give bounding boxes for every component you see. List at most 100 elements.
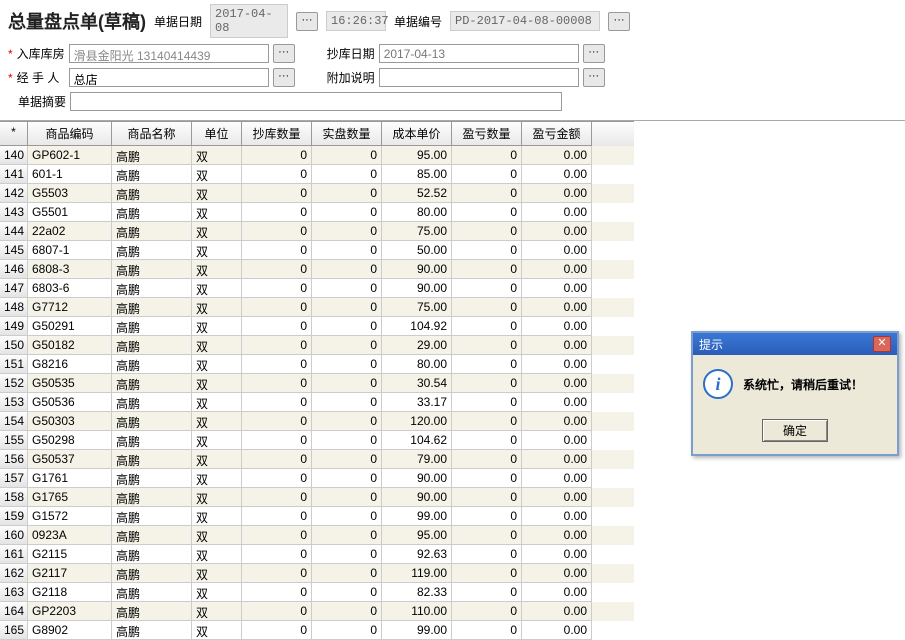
cell-pl-amt[interactable]: 0.00 [522,374,592,393]
cell-code[interactable]: G50303 [28,412,112,431]
table-row[interactable]: 141601-1高鹏双0085.0000.00 [0,165,634,184]
table-row[interactable]: 159G1572高鹏双0099.0000.00 [0,507,634,526]
cell-unit[interactable]: 双 [192,621,242,640]
cell-actual-qty[interactable]: 0 [312,488,382,507]
check-date-picker-button[interactable]: ··· [583,44,605,63]
cell-actual-qty[interactable]: 0 [312,450,382,469]
cell-pl-amt[interactable]: 0.00 [522,298,592,317]
cell-code[interactable]: G7712 [28,298,112,317]
doc-no-field[interactable]: PD-2017-04-08-00008 [450,11,600,31]
cell-pl-qty[interactable]: 0 [452,564,522,583]
table-row[interactable]: 14422a02高鹏双0075.0000.00 [0,222,634,241]
ok-button[interactable]: 确定 [762,419,828,442]
col-pl-amt[interactable]: 盈亏金额 [522,122,592,146]
cell-pl-qty[interactable]: 0 [452,431,522,450]
cell-pl-amt[interactable]: 0.00 [522,507,592,526]
cell-actual-qty[interactable]: 0 [312,146,382,165]
cell-pl-amt[interactable]: 0.00 [522,317,592,336]
cell-cost[interactable]: 33.17 [382,393,452,412]
cell-pl-amt[interactable]: 0.00 [522,222,592,241]
cell-code[interactable]: G8216 [28,355,112,374]
cell-pl-amt[interactable]: 0.00 [522,583,592,602]
cell-unit[interactable]: 双 [192,222,242,241]
cell-pl-amt[interactable]: 0.00 [522,260,592,279]
cell-cost[interactable]: 90.00 [382,260,452,279]
cell-name[interactable]: 高鹏 [112,412,192,431]
doc-date-picker-button[interactable]: ··· [296,12,318,31]
cell-pl-amt[interactable]: 0.00 [522,393,592,412]
cell-name[interactable]: 高鹏 [112,146,192,165]
table-row[interactable]: 1476803-6高鹏双0090.0000.00 [0,279,634,298]
cell-code[interactable]: G50291 [28,317,112,336]
table-row[interactable]: 162G2117高鹏双00119.0000.00 [0,564,634,583]
cell-cost[interactable]: 110.00 [382,602,452,621]
cell-name[interactable]: 高鹏 [112,260,192,279]
cell-unit[interactable]: 双 [192,184,242,203]
col-pl-qty[interactable]: 盈亏数量 [452,122,522,146]
cell-actual-qty[interactable]: 0 [312,298,382,317]
cell-pl-amt[interactable]: 0.00 [522,469,592,488]
cell-name[interactable]: 高鹏 [112,355,192,374]
table-row[interactable]: 1456807-1高鹏双0050.0000.00 [0,241,634,260]
cell-unit[interactable]: 双 [192,203,242,222]
cell-name[interactable]: 高鹏 [112,317,192,336]
cell-pl-qty[interactable]: 0 [452,450,522,469]
cell-unit[interactable]: 双 [192,507,242,526]
cell-code[interactable]: G2115 [28,545,112,564]
cell-unit[interactable]: 双 [192,431,242,450]
cell-code[interactable]: G1761 [28,469,112,488]
cell-unit[interactable]: 双 [192,355,242,374]
cell-unit[interactable]: 双 [192,602,242,621]
cell-cost[interactable]: 92.63 [382,545,452,564]
cell-pl-qty[interactable]: 0 [452,355,522,374]
cell-check-qty[interactable]: 0 [242,184,312,203]
cell-pl-qty[interactable]: 0 [452,602,522,621]
cell-cost[interactable]: 95.00 [382,526,452,545]
cell-name[interactable]: 高鹏 [112,564,192,583]
cell-pl-amt[interactable]: 0.00 [522,203,592,222]
cell-pl-amt[interactable]: 0.00 [522,336,592,355]
col-check-qty[interactable]: 抄库数量 [242,122,312,146]
table-row[interactable]: 153G50536高鹏双0033.1700.00 [0,393,634,412]
table-row[interactable]: 151G8216高鹏双0080.0000.00 [0,355,634,374]
cell-code[interactable]: G50298 [28,431,112,450]
cell-name[interactable]: 高鹏 [112,469,192,488]
cell-check-qty[interactable]: 0 [242,279,312,298]
cell-cost[interactable]: 104.92 [382,317,452,336]
cell-check-qty[interactable]: 0 [242,469,312,488]
cell-name[interactable]: 高鹏 [112,621,192,640]
cell-pl-amt[interactable]: 0.00 [522,165,592,184]
cell-unit[interactable]: 双 [192,146,242,165]
cell-name[interactable]: 高鹏 [112,488,192,507]
cell-cost[interactable]: 52.52 [382,184,452,203]
cell-unit[interactable]: 双 [192,336,242,355]
cell-name[interactable]: 高鹏 [112,507,192,526]
cell-check-qty[interactable]: 0 [242,203,312,222]
table-row[interactable]: 1466808-3高鹏双0090.0000.00 [0,260,634,279]
table-row[interactable]: 143G5501高鹏双0080.0000.00 [0,203,634,222]
cell-code[interactable]: G50182 [28,336,112,355]
cell-name[interactable]: 高鹏 [112,279,192,298]
cell-pl-qty[interactable]: 0 [452,222,522,241]
cell-check-qty[interactable]: 0 [242,621,312,640]
cell-check-qty[interactable]: 0 [242,317,312,336]
cell-check-qty[interactable]: 0 [242,564,312,583]
table-row[interactable]: 1600923A高鹏双0095.0000.00 [0,526,634,545]
table-row[interactable]: 148G7712高鹏双0075.0000.00 [0,298,634,317]
cell-actual-qty[interactable]: 0 [312,469,382,488]
col-name[interactable]: 商品名称 [112,122,192,146]
cell-cost[interactable]: 75.00 [382,222,452,241]
warehouse-field[interactable]: 滑县金阳光 13140414439 [69,44,269,63]
note-field[interactable] [379,68,579,87]
cell-pl-amt[interactable]: 0.00 [522,241,592,260]
table-row[interactable]: 155G50298高鹏双00104.6200.00 [0,431,634,450]
cell-cost[interactable]: 80.00 [382,203,452,222]
cell-cost[interactable]: 90.00 [382,469,452,488]
cell-check-qty[interactable]: 0 [242,526,312,545]
table-row[interactable]: 154G50303高鹏双00120.0000.00 [0,412,634,431]
cell-unit[interactable]: 双 [192,260,242,279]
cell-code[interactable]: G5501 [28,203,112,222]
cell-cost[interactable]: 99.00 [382,621,452,640]
cell-check-qty[interactable]: 0 [242,431,312,450]
cell-cost[interactable]: 90.00 [382,279,452,298]
